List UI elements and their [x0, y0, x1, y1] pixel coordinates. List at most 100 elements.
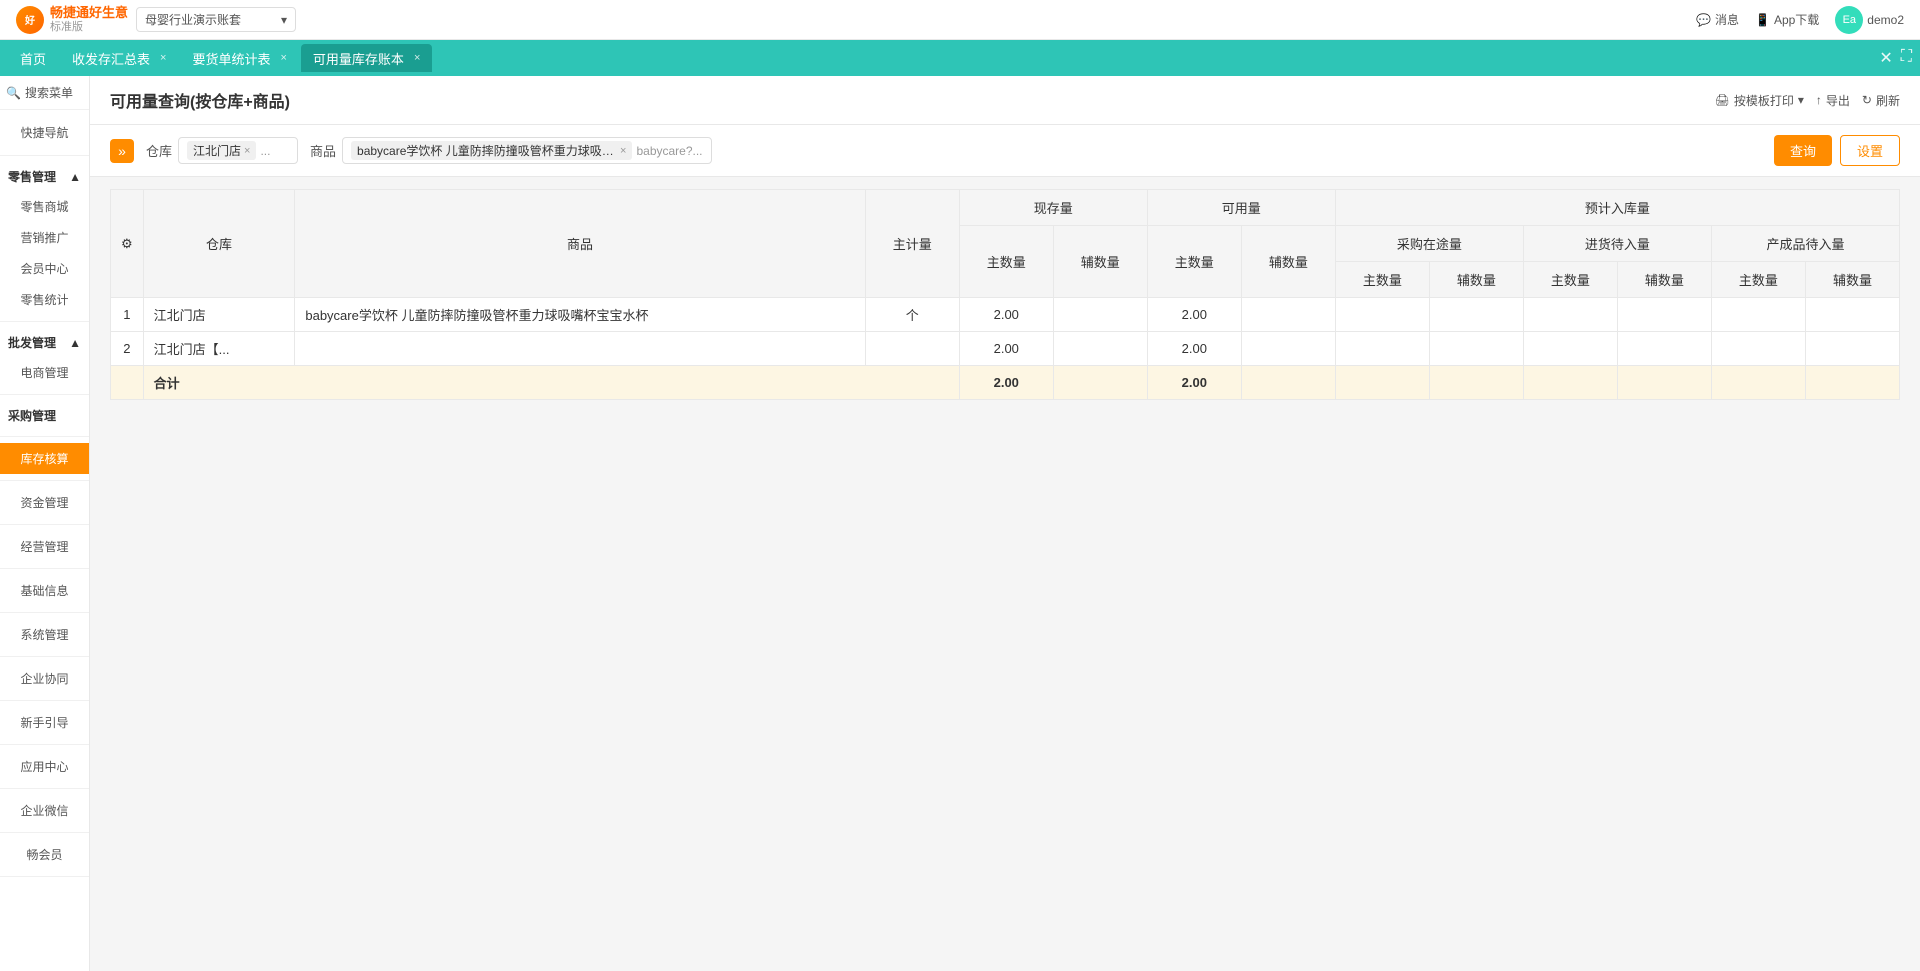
- th-avail-main: 主数量: [1147, 226, 1241, 298]
- tab-available-stock[interactable]: 可用量库存账本 ×: [301, 44, 432, 72]
- th-settings: ⚙: [111, 190, 144, 298]
- th-product: 商品: [295, 190, 865, 298]
- page-title: 可用量查询(按仓库+商品): [110, 88, 290, 124]
- sidebar-item-apps[interactable]: 应用中心: [0, 751, 89, 782]
- settings-icon[interactable]: ⚙: [121, 236, 133, 251]
- sidebar-section-enterprise: 企业协同: [0, 657, 89, 701]
- sidebar-quick-nav: 零售管理 快捷导航: [0, 110, 89, 156]
- th-available: 可用量: [1147, 190, 1335, 226]
- sidebar-section-wholesale: 批发管理 ▲ 电商管理: [0, 322, 89, 395]
- tab-home[interactable]: 首页: [8, 44, 58, 72]
- sidebar-item-ecommerce[interactable]: 电商管理: [0, 357, 89, 388]
- th-production-main: 主数量: [1711, 262, 1805, 298]
- tab-close-receipt[interactable]: ×: [160, 52, 166, 64]
- th-unit: 主计量: [865, 190, 959, 298]
- sidebar-item-member[interactable]: 畅会员: [0, 839, 89, 870]
- sidebar: 🔍 搜索菜单 零售管理 快捷导航 零售管理 ▲ 零售商城 营销推广 会员中心 零…: [0, 76, 90, 971]
- nav-controls: ✕ ⛶: [1879, 48, 1912, 68]
- filter-group-warehouse: 仓库 江北门店 × ...: [146, 137, 298, 164]
- tab-receipt-summary[interactable]: 收发存汇总表 ×: [60, 44, 178, 72]
- dropdown-icon: ▾: [281, 13, 287, 27]
- app-download-button[interactable]: 📱 App下载: [1755, 11, 1819, 28]
- refresh-button[interactable]: ↻ 刷新: [1862, 92, 1900, 109]
- message-icon: 💬: [1696, 13, 1711, 27]
- th-current-stock: 现存量: [959, 190, 1147, 226]
- avatar: Ea: [1835, 6, 1863, 34]
- th-incoming-pending: 进货待入量: [1523, 226, 1711, 262]
- th-incoming-aux: 辅数量: [1617, 262, 1711, 298]
- table-row: 1 江北门店 babycare学饮杯 儿童防摔防撞吸管杯重力球吸嘴杯宝宝水杯 个…: [111, 298, 1900, 332]
- warehouse-filter-input[interactable]: 江北门店 × ...: [178, 137, 298, 164]
- top-bar: 好 畅捷通好生意 标准版 母婴行业演示账套 ▾ 💬 消息 📱 App下载 Ea …: [0, 0, 1920, 40]
- logo-text: 畅捷通好生意 标准版: [50, 5, 128, 34]
- warehouse-tag: 江北门店 ×: [187, 141, 256, 160]
- sidebar-item-marketing[interactable]: 营销推广: [0, 222, 89, 253]
- footer-available-main: 2.00: [1147, 366, 1241, 400]
- remove-warehouse-tag[interactable]: ×: [244, 145, 250, 157]
- tab-close-available[interactable]: ×: [414, 52, 420, 64]
- remove-product-tag[interactable]: ×: [620, 145, 626, 157]
- expand-filter-button[interactable]: »: [110, 139, 134, 163]
- sidebar-section-retail: 零售管理 ▲ 零售商城 营销推广 会员中心 零售统计: [0, 156, 89, 322]
- export-button[interactable]: ↑ 导出: [1816, 92, 1850, 109]
- sidebar-section-purchase: 采购管理: [0, 395, 89, 437]
- query-button[interactable]: 查询: [1774, 135, 1832, 166]
- sidebar-section-apps: 应用中心: [0, 745, 89, 789]
- product-more[interactable]: babycare?...: [636, 144, 702, 158]
- table-container: ⚙ 仓库 商品 主计量 现存量 可用量 预计入库量 主数量 辅数量 主数量 辅数…: [90, 177, 1920, 971]
- sidebar-header-purchase[interactable]: 采购管理: [0, 401, 89, 430]
- chevron-icon: ▲: [69, 170, 81, 184]
- sidebar-item-wechat[interactable]: 企业微信: [0, 795, 89, 826]
- print-template-button[interactable]: 🖨 按模板打印 ▾: [1715, 92, 1804, 109]
- sidebar-item-newbie[interactable]: 新手引导: [0, 707, 89, 738]
- sidebar-section-operations: 经营管理: [0, 525, 89, 569]
- product-tag: babycare学饮杯 儿童防摔防撞吸管杯重力球吸嘴杯宝宝水杯 ×: [351, 141, 632, 160]
- logo-area: 好 畅捷通好生意 标准版: [16, 5, 128, 34]
- sidebar-item-system[interactable]: 系统管理: [0, 619, 89, 650]
- table-row: 2 江北门店【... 2.00 2.00: [111, 332, 1900, 366]
- app-icon: 📱: [1755, 13, 1770, 27]
- sidebar-section-system: 系统管理: [0, 613, 89, 657]
- sidebar-item-enterprise[interactable]: 企业协同: [0, 663, 89, 694]
- sidebar-section-finance: 资金管理: [0, 481, 89, 525]
- top-bar-left: 好 畅捷通好生意 标准版 母婴行业演示账套 ▾: [16, 5, 296, 34]
- sidebar-section-member: 畅会员: [0, 833, 89, 877]
- sidebar-section-inventory: 库存核算: [0, 437, 89, 481]
- th-purchase-transit: 采购在途量: [1335, 226, 1523, 262]
- warehouse-more[interactable]: ...: [260, 144, 270, 158]
- sidebar-item-quicknav[interactable]: 零售管理 快捷导航: [0, 116, 89, 149]
- sidebar-header-retail[interactable]: 零售管理 ▲: [0, 162, 89, 191]
- sidebar-item-inventory[interactable]: 库存核算: [0, 443, 89, 474]
- close-all-button[interactable]: ✕: [1879, 48, 1892, 68]
- sidebar-item-members[interactable]: 会员中心: [0, 253, 89, 284]
- settings-button[interactable]: 设置: [1840, 135, 1900, 166]
- tab-close-order[interactable]: ×: [280, 52, 286, 64]
- sidebar-item-operations[interactable]: 经营管理: [0, 531, 89, 562]
- filter-area: » 仓库 江北门店 × ... 商品 babycare学饮杯 儿童防摔防撞吸管杯…: [90, 125, 1920, 177]
- sidebar-item-retail-mall[interactable]: 零售商城: [0, 191, 89, 222]
- nav-tabs: 首页 收发存汇总表 × 要货单统计表 × 可用量库存账本 × ✕ ⛶: [0, 40, 1920, 76]
- main-layout: 🔍 搜索菜单 零售管理 快捷导航 零售管理 ▲ 零售商城 营销推广 会员中心 零…: [0, 76, 1920, 971]
- sidebar-header-wholesale[interactable]: 批发管理 ▲: [0, 328, 89, 357]
- th-warehouse: 仓库: [143, 190, 295, 298]
- sidebar-search[interactable]: 🔍 搜索菜单: [0, 76, 89, 110]
- page-header-actions: 🖨 按模板打印 ▾ ↑ 导出 ↻ 刷新: [1715, 92, 1900, 121]
- user-area[interactable]: Ea demo2: [1835, 6, 1904, 34]
- th-purchase-aux: 辅数量: [1429, 262, 1523, 298]
- dropdown-arrow-print: ▾: [1798, 93, 1804, 107]
- sidebar-item-retail-stats[interactable]: 零售统计: [0, 284, 89, 315]
- fullscreen-button[interactable]: ⛶: [1901, 48, 1912, 68]
- data-table: ⚙ 仓库 商品 主计量 现存量 可用量 预计入库量 主数量 辅数量 主数量 辅数…: [110, 189, 1900, 400]
- product-filter-input[interactable]: babycare学饮杯 儿童防摔防撞吸管杯重力球吸嘴杯宝宝水杯 × babyca…: [342, 137, 711, 164]
- tab-order-stats[interactable]: 要货单统计表 ×: [180, 44, 298, 72]
- sidebar-item-finance[interactable]: 资金管理: [0, 487, 89, 518]
- print-icon: 🖨: [1715, 93, 1730, 107]
- search-icon: 🔍: [6, 86, 21, 100]
- store-selector[interactable]: 母婴行业演示账套 ▾: [136, 7, 296, 32]
- th-purchase-main: 主数量: [1335, 262, 1429, 298]
- message-button[interactable]: 💬 消息: [1696, 11, 1739, 28]
- th-production-aux: 辅数量: [1805, 262, 1899, 298]
- filter-group-product: 商品 babycare学饮杯 儿童防摔防撞吸管杯重力球吸嘴杯宝宝水杯 × bab…: [310, 137, 712, 164]
- footer-current-main: 2.00: [959, 366, 1053, 400]
- sidebar-item-basic[interactable]: 基础信息: [0, 575, 89, 606]
